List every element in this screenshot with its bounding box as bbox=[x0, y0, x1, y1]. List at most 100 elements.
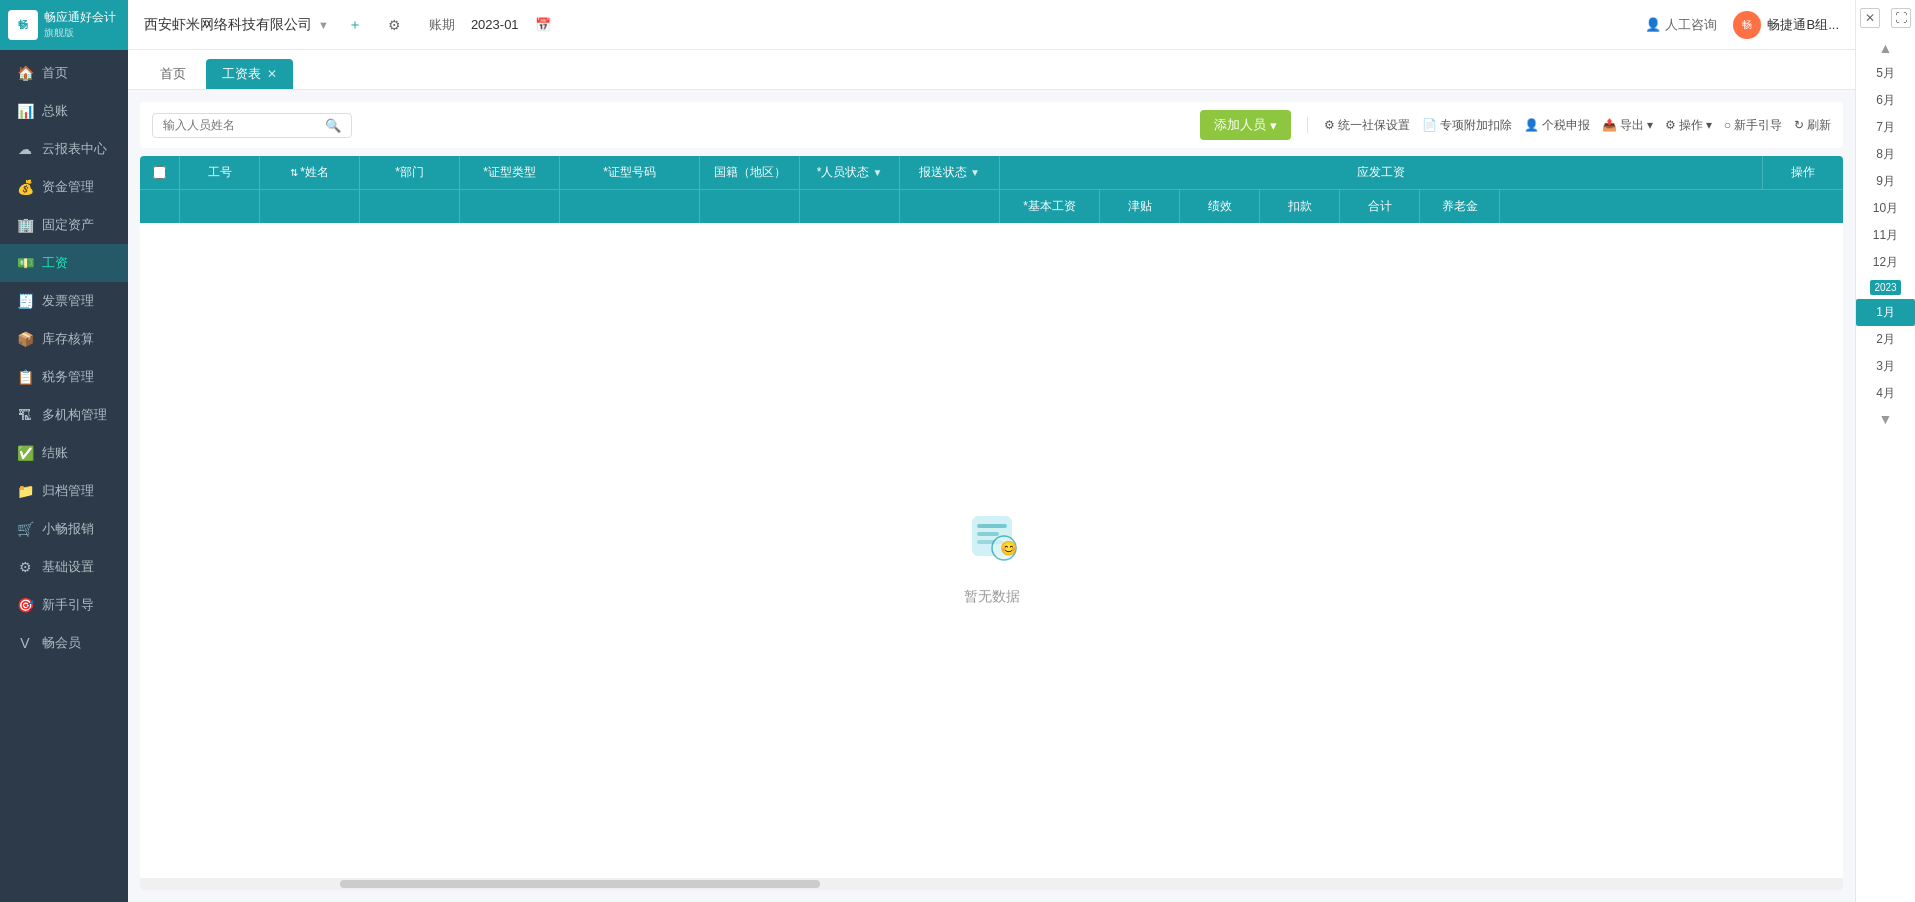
user-avatar: 畅 bbox=[1733, 11, 1761, 39]
main-area: 西安虾米网络科技有限公司 ▼ ＋ ⚙ 账期 2023-01 📅 👤 人工咨询 畅… bbox=[128, 0, 1855, 902]
special-icon: 📄 bbox=[1422, 118, 1437, 132]
tab-close-icon[interactable]: ✕ bbox=[267, 67, 277, 81]
sidebar-item-cloud[interactable]: ☁ 云报表中心 bbox=[0, 130, 128, 168]
sidebar-label-cloud: 云报表中心 bbox=[42, 140, 107, 158]
guide-button[interactable]: ○ 新手引导 bbox=[1724, 117, 1782, 134]
company-dropdown-arrow: ▼ bbox=[318, 19, 329, 31]
sidebar-item-payroll[interactable]: 💵 工资 bbox=[0, 244, 128, 282]
panel-controls: ✕ ⛶ bbox=[1856, 4, 1915, 28]
status-filter-icon[interactable]: ▼ bbox=[872, 167, 882, 178]
sidebar-item-expense[interactable]: 🛒 小畅报销 bbox=[0, 510, 128, 548]
month-4[interactable]: 4月 bbox=[1856, 380, 1915, 407]
sidebar-label-archive: 归档管理 bbox=[42, 482, 94, 500]
social-icon: ⚙ bbox=[1324, 118, 1335, 132]
toolbar-left: 🔍 bbox=[152, 113, 352, 138]
th-name: ⇅ *姓名 bbox=[260, 156, 360, 189]
th-performance: 绩效 bbox=[1180, 190, 1260, 223]
month-2[interactable]: 2月 bbox=[1856, 326, 1915, 353]
logo-icon: 畅 bbox=[8, 10, 38, 40]
sidebar-item-funds[interactable]: 💰 资金管理 bbox=[0, 168, 128, 206]
scrollbar-thumb[interactable] bbox=[340, 880, 820, 888]
month-10[interactable]: 10月 bbox=[1856, 195, 1915, 222]
tab-home[interactable]: 首页 bbox=[144, 59, 202, 89]
sidebar-label-funds: 资金管理 bbox=[42, 178, 94, 196]
month-8[interactable]: 8月 bbox=[1856, 141, 1915, 168]
actions-button[interactable]: ⚙ 操作 ▾ bbox=[1665, 117, 1712, 134]
tax-report-button[interactable]: 👤 个税申报 bbox=[1524, 117, 1590, 134]
panel-maximize-button[interactable]: ⛶ bbox=[1891, 8, 1911, 28]
period-value: 2023-01 bbox=[471, 17, 519, 32]
tax-icon: 📋 bbox=[16, 369, 34, 385]
sidebar-item-inventory[interactable]: 📦 库存核算 bbox=[0, 320, 128, 358]
multi-icon: 🏗 bbox=[16, 407, 34, 423]
year-up-arrow[interactable]: ▲ bbox=[1874, 36, 1898, 60]
panel-close-button[interactable]: ✕ bbox=[1860, 8, 1880, 28]
horizontal-scrollbar[interactable] bbox=[140, 878, 1843, 890]
service-button[interactable]: 👤 人工咨询 bbox=[1645, 16, 1717, 34]
settings-gear-button[interactable]: ⚙ bbox=[381, 11, 409, 39]
sidebar-item-archive[interactable]: 📁 归档管理 bbox=[0, 472, 128, 510]
close-period-icon: ✅ bbox=[16, 445, 34, 461]
sidebar-item-home[interactable]: 🏠 首页 bbox=[0, 54, 128, 92]
table-header-row2: *基本工资 津贴 绩效 扣款 合计 养老金 bbox=[140, 190, 1843, 223]
month-7[interactable]: 7月 bbox=[1856, 114, 1915, 141]
sort-icon: ⇅ bbox=[290, 167, 298, 178]
month-12[interactable]: 12月 bbox=[1856, 249, 1915, 276]
month-9[interactable]: 9月 bbox=[1856, 168, 1915, 195]
th-spacer-dept bbox=[360, 190, 460, 223]
period-label: 账期 bbox=[429, 16, 455, 34]
table-header: 工号 ⇅ *姓名 *部门 *证型类型 *证型号码 bbox=[140, 156, 1843, 223]
vip-icon: V bbox=[16, 635, 34, 651]
calendar-icon[interactable]: 📅 bbox=[535, 17, 551, 32]
report-filter-icon[interactable]: ▼ bbox=[970, 167, 980, 178]
social-security-button[interactable]: ⚙ 统一社保设置 bbox=[1324, 117, 1410, 134]
username: 畅捷通B组... bbox=[1767, 16, 1839, 34]
th-allowance: 津贴 bbox=[1100, 190, 1180, 223]
month-1-active[interactable]: 1月 bbox=[1856, 299, 1915, 326]
sidebar-item-invoice[interactable]: 🧾 发票管理 bbox=[0, 282, 128, 320]
add-person-button[interactable]: 添加人员 ▾ bbox=[1200, 110, 1291, 140]
export-button[interactable]: 📤 导出 ▾ bbox=[1602, 117, 1653, 134]
th-checkbox[interactable] bbox=[140, 156, 180, 189]
sidebar-label-home: 首页 bbox=[42, 64, 68, 82]
sidebar-item-assets[interactable]: 🏢 固定资产 bbox=[0, 206, 128, 244]
tab-payroll[interactable]: 工资表 ✕ bbox=[206, 59, 293, 89]
th-status: *人员状态 ▼ bbox=[800, 156, 900, 189]
th-spacer-check bbox=[140, 190, 180, 223]
empty-text: 暂无数据 bbox=[964, 588, 1020, 606]
service-icon: 👤 bbox=[1645, 17, 1661, 32]
funds-icon: 💰 bbox=[16, 179, 34, 195]
search-input[interactable] bbox=[163, 118, 319, 132]
actions-dropdown-icon: ▾ bbox=[1706, 118, 1712, 132]
toolbar-right: 添加人员 ▾ ⚙ 统一社保设置 📄 专项附加扣除 👤 个税申报 📤 bbox=[1200, 110, 1831, 140]
invoice-icon: 🧾 bbox=[16, 293, 34, 309]
tax-icon-toolbar: 👤 bbox=[1524, 118, 1539, 132]
add-company-button[interactable]: ＋ bbox=[341, 11, 369, 39]
special-deduction-button[interactable]: 📄 专项附加扣除 bbox=[1422, 117, 1512, 134]
sidebar-item-close[interactable]: ✅ 结账 bbox=[0, 434, 128, 472]
sidebar-label-ledger: 总账 bbox=[42, 102, 68, 120]
svg-text:😊: 😊 bbox=[1000, 540, 1018, 557]
sidebar-item-settings[interactable]: ⚙ 基础设置 bbox=[0, 548, 128, 586]
sidebar-item-multi[interactable]: 🏗 多机构管理 bbox=[0, 396, 128, 434]
month-5[interactable]: 5月 bbox=[1856, 60, 1915, 87]
sidebar-label-tax: 税务管理 bbox=[42, 368, 94, 386]
sidebar-item-guide[interactable]: 🎯 新手引导 bbox=[0, 586, 128, 624]
year-down-arrow[interactable]: ▼ bbox=[1874, 407, 1898, 431]
sidebar-item-tax[interactable]: 📋 税务管理 bbox=[0, 358, 128, 396]
search-box: 🔍 bbox=[152, 113, 352, 138]
refresh-icon: ↻ bbox=[1794, 118, 1804, 132]
payroll-icon: 💵 bbox=[16, 255, 34, 271]
sidebar-item-ledger[interactable]: 📊 总账 bbox=[0, 92, 128, 130]
company-selector[interactable]: 西安虾米网络科技有限公司 ▼ bbox=[144, 16, 329, 34]
month-11[interactable]: 11月 bbox=[1856, 222, 1915, 249]
export-dropdown-icon: ▾ bbox=[1647, 118, 1653, 132]
header-right: 👤 人工咨询 畅 畅捷通B组... bbox=[1645, 11, 1839, 39]
select-all-checkbox[interactable] bbox=[153, 166, 166, 179]
month-6[interactable]: 6月 bbox=[1856, 87, 1915, 114]
refresh-button[interactable]: ↻ 刷新 bbox=[1794, 117, 1831, 134]
svg-rect-1 bbox=[977, 524, 1007, 528]
month-3[interactable]: 3月 bbox=[1856, 353, 1915, 380]
sidebar-item-vip[interactable]: V 畅会员 bbox=[0, 624, 128, 662]
actions-icon: ⚙ bbox=[1665, 118, 1676, 132]
